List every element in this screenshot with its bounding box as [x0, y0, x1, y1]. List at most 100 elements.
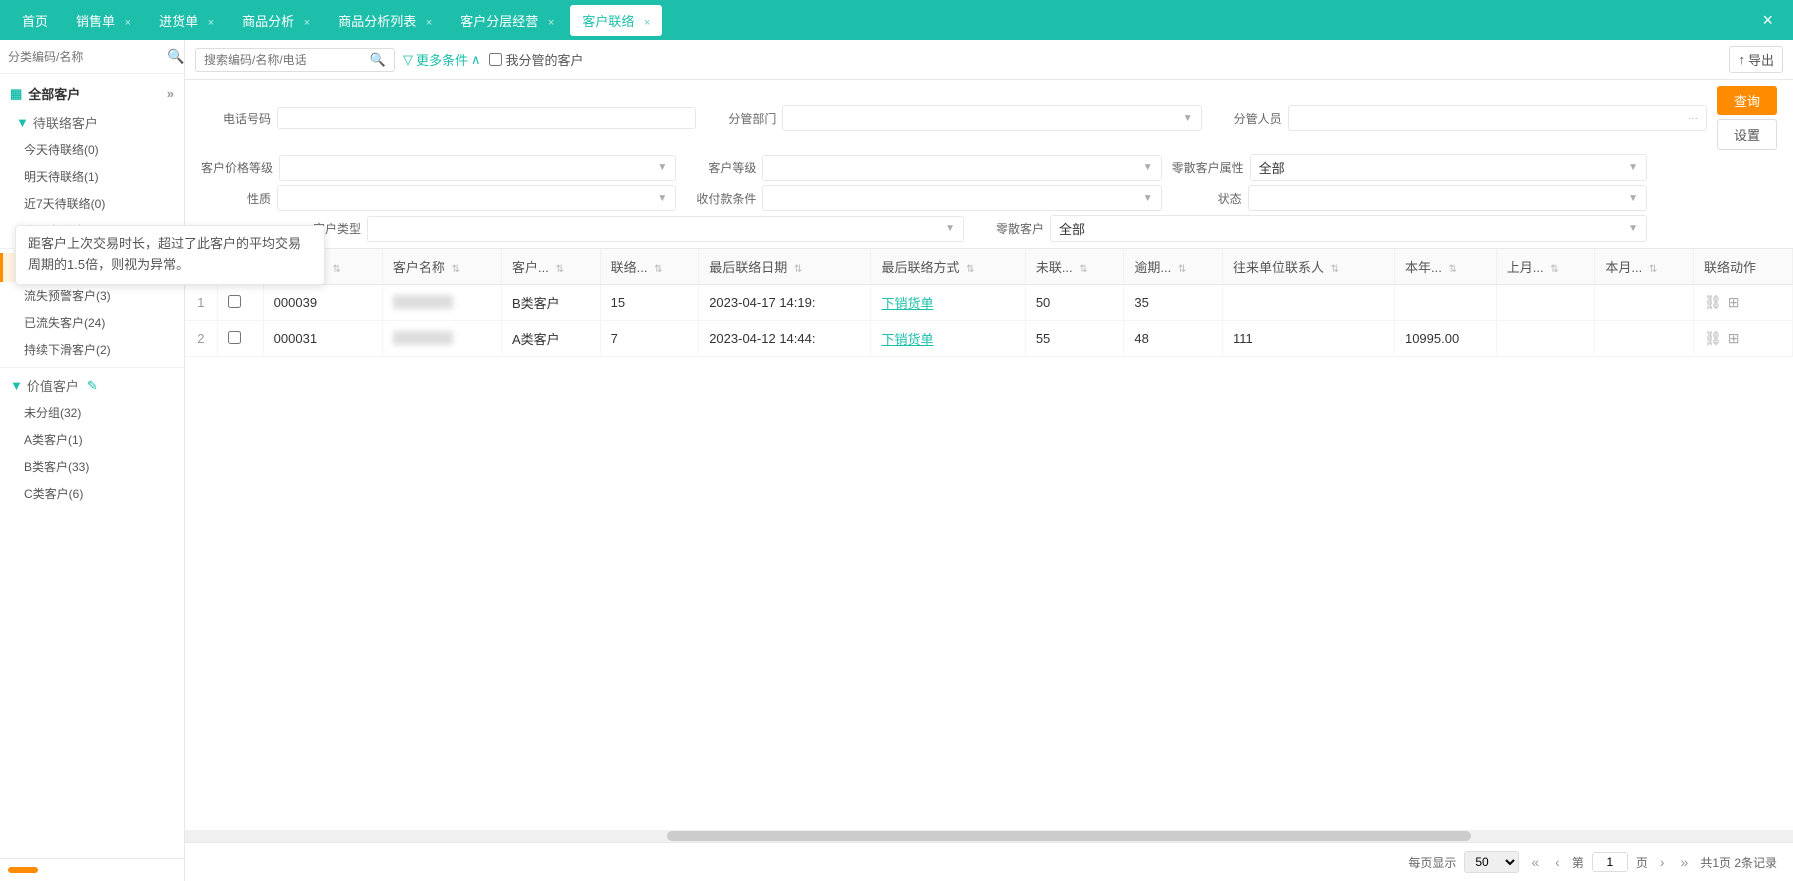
sidebar-item-ungroup[interactable]: 未分组(32)	[0, 399, 184, 426]
sidebar-item-lost-warning[interactable]: 流失预警客户(3)	[0, 282, 184, 309]
sort-icon-uncontact: ⇅	[1079, 264, 1087, 275]
row2-last-method[interactable]: 下销货单	[871, 321, 1025, 357]
query-button[interactable]: 查询	[1717, 86, 1777, 115]
page-number-input[interactable]	[1592, 852, 1628, 872]
row1-checkbox[interactable]	[217, 285, 263, 321]
sidebar-item-declining[interactable]: 持续下滑客户(2)	[0, 336, 184, 363]
row2-method-link[interactable]: 下销货单	[881, 332, 933, 347]
sidebar-item-7days[interactable]: 近7天待联络(0)	[0, 190, 184, 217]
row2-checkbox[interactable]	[217, 321, 263, 357]
th-name[interactable]: 客户名称 ⇅	[382, 249, 501, 285]
next-page-button[interactable]: ›	[1656, 854, 1669, 870]
total-records: 共1页 2条记录	[1700, 854, 1777, 871]
nav-goods-analysis[interactable]: 商品分析 ×	[230, 5, 322, 36]
row1-last-month	[1496, 285, 1595, 321]
th-uncontact[interactable]: 未联... ⇅	[1025, 249, 1124, 285]
sidebar-item-classA[interactable]: A类客户(1)	[0, 426, 184, 453]
row1-link-icon[interactable]: ⛓	[1704, 294, 1722, 311]
nav-tier-close[interactable]: ×	[548, 17, 554, 29]
hscroll-thumb[interactable]	[667, 831, 1471, 841]
sort-icon-overdue: ⇅	[1178, 264, 1186, 275]
sidebar: 🔍 ▦ 全部客户 » ▼ 待联络客户 今天待联络(0) 明天待联络(1) 近7天…	[0, 40, 185, 881]
sidebar-item-classC[interactable]: C类客户(6)	[0, 480, 184, 507]
row2-last-date: 2023-04-12 14:44:	[699, 321, 871, 357]
nav-home[interactable]: 首页	[10, 5, 60, 36]
sidebar-item-classB[interactable]: B类客户(33)	[0, 453, 184, 480]
row1-last-method[interactable]: 下销货单	[871, 285, 1025, 321]
th-last-month[interactable]: 上月... ⇅	[1496, 249, 1595, 285]
sidebar-search-input[interactable]	[8, 50, 163, 64]
my-customers-checkbox-area: 我分管的客户	[489, 50, 584, 69]
row1-grid-icon[interactable]: ⊞	[1728, 294, 1740, 311]
th-this-year[interactable]: 本年... ⇅	[1394, 249, 1496, 285]
collapse-icon[interactable]: »	[167, 86, 174, 101]
th-this-month[interactable]: 本月... ⇅	[1595, 249, 1694, 285]
phone-label: 电话号码	[201, 110, 271, 127]
th-contact-count[interactable]: 联络... ⇅	[600, 249, 699, 285]
filter-bar: 🔍 ▽ 更多条件 ∧ 我分管的客户 ↑ 导出	[185, 40, 1793, 80]
nav-purchase[interactable]: 进货单 ×	[147, 5, 226, 36]
prev-page-button[interactable]: ‹	[1551, 854, 1564, 870]
payment-select[interactable]: ▼	[762, 185, 1161, 211]
sidebar-all-customers[interactable]: ▦ 全部客户 »	[0, 78, 184, 109]
status-select[interactable]: ▼	[1248, 185, 1647, 211]
row1-unpaid: 50	[1025, 285, 1124, 321]
filter-search-input[interactable]	[204, 53, 370, 67]
nav-customer-tier[interactable]: 客户分层经营 ×	[448, 5, 566, 36]
row1-action-icons: ⛓ ⊞	[1704, 294, 1782, 311]
table-scroll[interactable]: ⚙ 客户编码 ⇅ 客户名称 ⇅	[185, 249, 1793, 830]
nav-contact-close[interactable]: ×	[644, 17, 650, 29]
sort-icon-lmonth: ⇅	[1550, 264, 1558, 275]
filter-search-icon[interactable]: 🔍	[370, 52, 386, 68]
price-level-select[interactable]: ▼	[279, 155, 676, 181]
per-page-select[interactable]: 50 100 200	[1464, 851, 1519, 873]
sidebar-search-icon[interactable]: 🔍	[167, 48, 184, 65]
phone-input[interactable]	[277, 107, 696, 129]
nav-goods-list-close[interactable]: ×	[426, 17, 432, 29]
advanced-filter-panel: 电话号码 分管部门 ▼ 分管人员 ··· 查询 设置	[185, 80, 1793, 249]
horizontal-scrollbar[interactable]	[185, 830, 1793, 842]
sidebar-item-tomorrow[interactable]: 明天待联络(1)	[0, 163, 184, 190]
row2-link-icon[interactable]: ⛓	[1704, 330, 1722, 347]
sidebar-item-today[interactable]: 今天待联络(0)	[0, 136, 184, 163]
row1-select[interactable]	[228, 295, 241, 308]
nav-customer-contact[interactable]: 客户联络 ×	[570, 5, 662, 36]
nav-sales[interactable]: 销售单 ×	[64, 5, 143, 36]
nav-goods-analysis-close[interactable]: ×	[304, 17, 310, 29]
gender-select[interactable]: ▼	[277, 185, 676, 211]
row1-this-year	[1394, 285, 1496, 321]
th-type[interactable]: 客户... ⇅	[501, 249, 600, 285]
row1-contact-person	[1223, 285, 1395, 321]
last-page-button[interactable]: »	[1677, 854, 1693, 870]
dept-select[interactable]: ▼	[782, 105, 1201, 131]
more-conditions-button[interactable]: ▽ 更多条件 ∧	[403, 50, 481, 69]
sidebar-item-lost[interactable]: 已流失客户(24)	[0, 309, 184, 336]
row2-last-month	[1496, 321, 1595, 357]
th-overdue[interactable]: 逾期... ⇅	[1124, 249, 1223, 285]
pagination: 每页显示 50 100 200 « ‹ 第 页 › » 共1页 2条记录	[185, 842, 1793, 881]
first-page-button[interactable]: «	[1527, 854, 1543, 870]
my-customers-checkbox[interactable]	[489, 53, 502, 66]
nav-sales-close[interactable]: ×	[125, 17, 131, 29]
customer-type-select[interactable]: ▼	[367, 216, 964, 242]
row2-select[interactable]	[228, 331, 241, 344]
sidebar-indicator	[8, 867, 38, 873]
export-button[interactable]: ↑ 导出	[1729, 46, 1783, 73]
staff-select[interactable]: ···	[1288, 105, 1707, 131]
th-last-date[interactable]: 最后联络日期 ⇅	[699, 249, 871, 285]
sort-icon-person: ⇅	[1331, 264, 1339, 275]
row1-name	[382, 285, 501, 321]
th-last-method[interactable]: 最后联络方式 ⇅	[871, 249, 1025, 285]
retail-attr-select[interactable]: 全部▼	[1250, 154, 1647, 181]
filter-status: 状态 ▼	[1172, 185, 1647, 211]
settings-button[interactable]: 设置	[1717, 119, 1777, 150]
th-contact-person[interactable]: 往来单位联系人 ⇅	[1223, 249, 1395, 285]
row2-grid-icon[interactable]: ⊞	[1728, 330, 1740, 347]
customer-level-select[interactable]: ▼	[762, 155, 1161, 181]
retail-customer-select[interactable]: 全部▼	[1050, 215, 1647, 242]
nav-goods-analysis-list[interactable]: 商品分析列表 ×	[326, 5, 444, 36]
row1-method-link[interactable]: 下销货单	[881, 296, 933, 311]
window-close-button[interactable]: ×	[1752, 10, 1783, 31]
nav-purchase-close[interactable]: ×	[208, 17, 214, 29]
value-edit-icon[interactable]: ✎	[87, 378, 98, 394]
